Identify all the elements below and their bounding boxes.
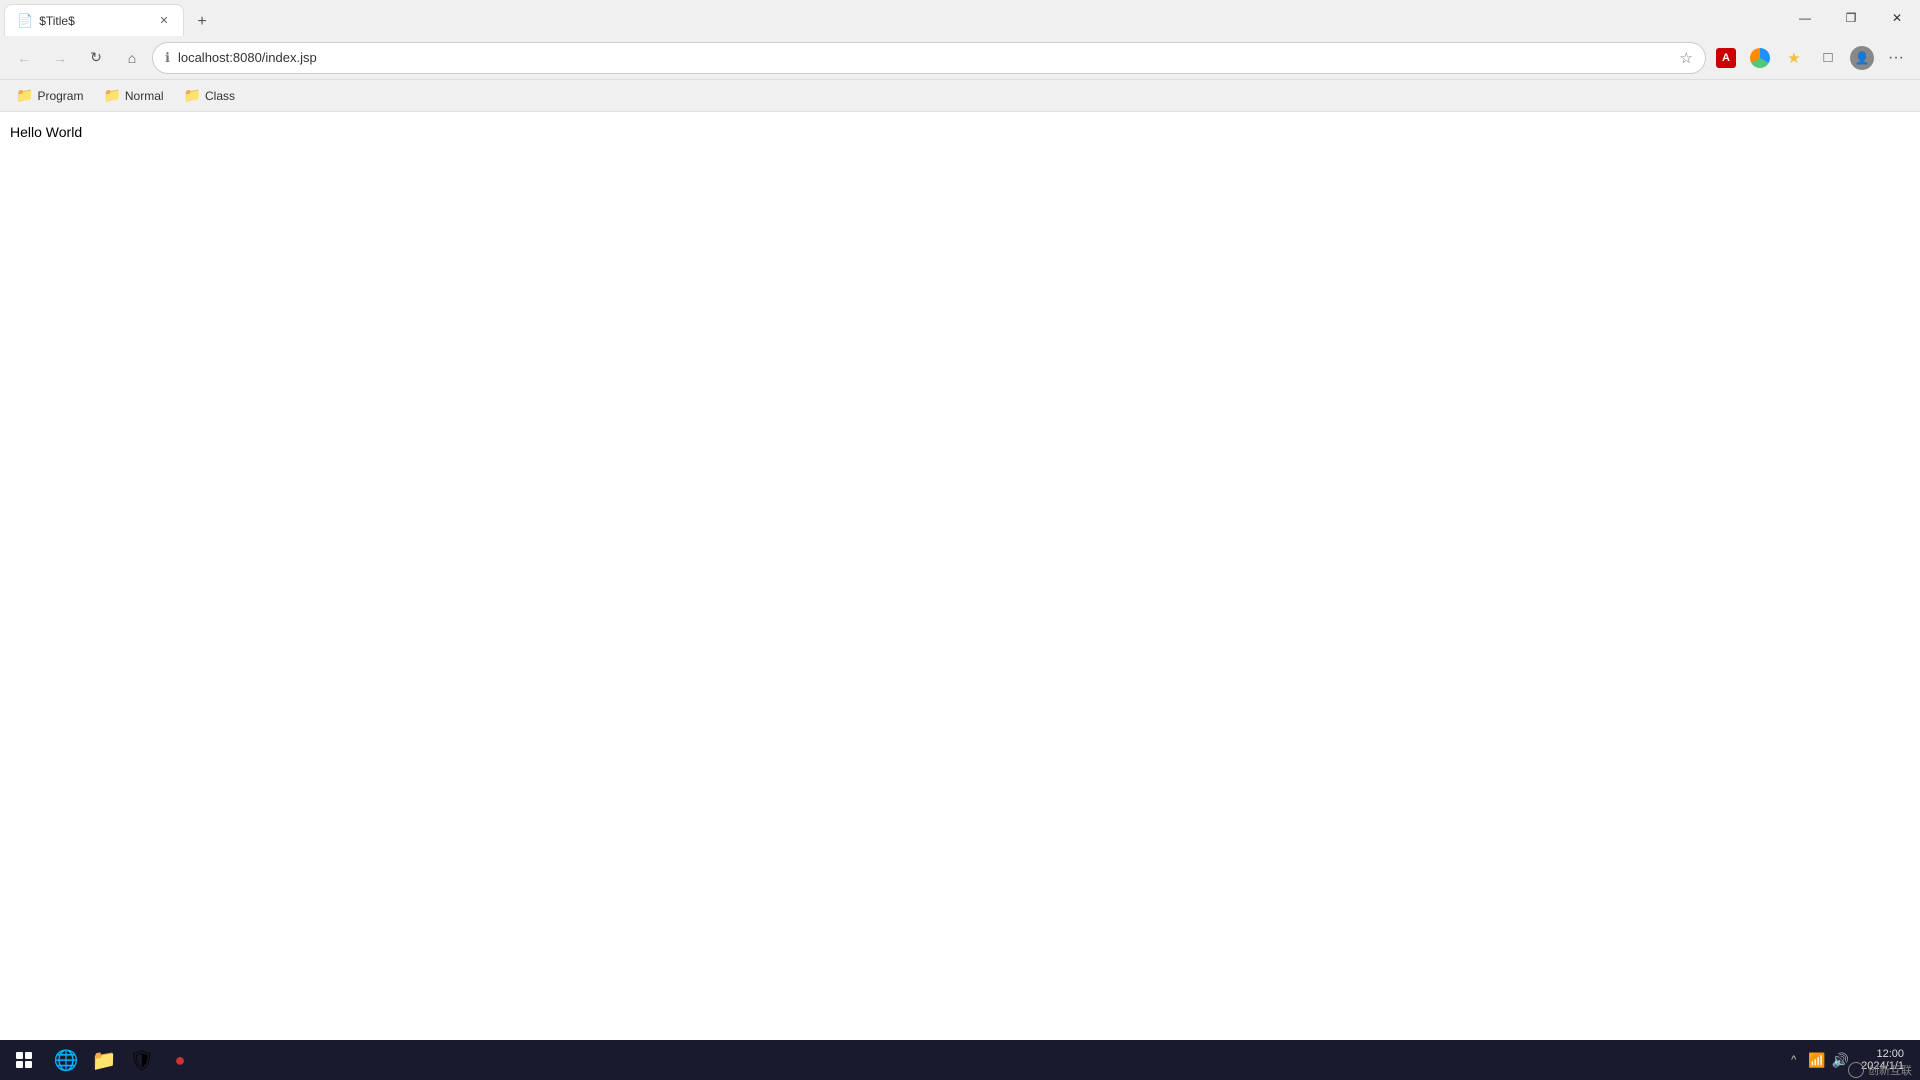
collections-icon: □ — [1823, 49, 1832, 66]
close-button[interactable]: ✕ — [1874, 0, 1920, 36]
refresh-button[interactable]: ↻ — [80, 42, 112, 74]
back-button[interactable]: ← — [8, 42, 40, 74]
content-area: Hello World — [0, 112, 1920, 1040]
home-button[interactable]: ⌂ — [116, 42, 148, 74]
profile-button[interactable]: 👤 — [1846, 42, 1878, 74]
browser-window: 📄 $Title$ ✕ + — ❐ ✕ ← → ↻ ⌂ ℹ localhost:… — [0, 0, 1920, 1080]
minimize-button[interactable]: — — [1782, 0, 1828, 36]
clock-time: 12:00 — [1876, 1048, 1904, 1060]
collections-button[interactable]: □ — [1812, 42, 1844, 74]
taskbar-explorer[interactable]: 📁 — [86, 1042, 122, 1078]
address-text: localhost:8080/index.jsp — [178, 50, 1672, 65]
system-tray: 📶 🔊 — [1804, 1050, 1853, 1071]
system-tray-chevron[interactable]: ^ — [1787, 1052, 1800, 1068]
favorite-star-icon[interactable]: ☆ — [1680, 49, 1693, 67]
volume-icon: 🔊 — [1832, 1052, 1849, 1069]
bookmark-normal-label: Normal — [125, 89, 164, 103]
bookmark-program[interactable]: 📁 Program — [8, 83, 91, 109]
bookmark-program-label: Program — [37, 89, 83, 103]
taskbar-edge[interactable]: 🌐 — [48, 1042, 84, 1078]
security-icon: ℹ — [165, 50, 170, 66]
watermark: 创新互联 — [1848, 1062, 1912, 1078]
tab-close-button[interactable]: ✕ — [155, 12, 173, 30]
bookmark-class[interactable]: 📁 Class — [176, 83, 243, 109]
start-button[interactable] — [4, 1042, 44, 1078]
bookmark-normal[interactable]: 📁 Normal — [95, 83, 171, 109]
tab-page-icon: 📄 — [17, 13, 33, 29]
menu-button[interactable]: ··· — [1880, 42, 1912, 74]
favorites-button[interactable]: ★ — [1778, 42, 1810, 74]
address-bar[interactable]: ℹ localhost:8080/index.jsp ☆ — [152, 42, 1706, 74]
tab-strip: 📄 $Title$ ✕ + — [0, 0, 1782, 36]
taskbar-security[interactable]: 🛡 — [124, 1042, 160, 1078]
watermark-circle — [1848, 1062, 1864, 1078]
wifi-icon: 📶 — [1808, 1052, 1825, 1069]
favorites-icon: ★ — [1787, 49, 1800, 67]
bookmarks-bar: 📁 Program 📁 Normal 📁 Class — [0, 80, 1920, 112]
bookmark-class-label: Class — [205, 89, 235, 103]
new-tab-button[interactable]: + — [188, 8, 216, 36]
edge-icon — [1750, 48, 1770, 68]
folder-icon: 📁 — [16, 87, 33, 104]
windows-logo-icon — [16, 1052, 32, 1068]
active-tab[interactable]: 📄 $Title$ ✕ — [4, 4, 184, 36]
folder-icon: 📁 — [103, 87, 120, 104]
taskbar-items: 🌐 📁 🛡 ● — [48, 1042, 198, 1078]
tab-title: $Title$ — [39, 14, 149, 28]
folder-icon: 📁 — [184, 87, 201, 104]
toolbar-right: A ★ □ 👤 ··· — [1710, 42, 1912, 74]
maximize-button[interactable]: ❐ — [1828, 0, 1874, 36]
taskbar-app[interactable]: ● — [162, 1042, 198, 1078]
forward-button[interactable]: → — [44, 42, 76, 74]
nav-bar: ← → ↻ ⌂ ℹ localhost:8080/index.jsp ☆ A ★… — [0, 36, 1920, 80]
profile-avatar: 👤 — [1850, 46, 1874, 70]
extensions-button[interactable]: A — [1710, 42, 1742, 74]
title-bar: 📄 $Title$ ✕ + — ❐ ✕ — [0, 0, 1920, 36]
page-hello-world: Hello World — [10, 124, 1910, 140]
edge-button[interactable] — [1744, 42, 1776, 74]
window-controls: — ❐ ✕ — [1782, 0, 1920, 36]
taskbar: 🌐 📁 🛡 ● ^ 📶 🔊 12:00 2024/1/1 创新互联 — [0, 1040, 1920, 1080]
watermark-text: 创新互联 — [1868, 1062, 1912, 1078]
extensions-icon: A — [1716, 48, 1736, 68]
